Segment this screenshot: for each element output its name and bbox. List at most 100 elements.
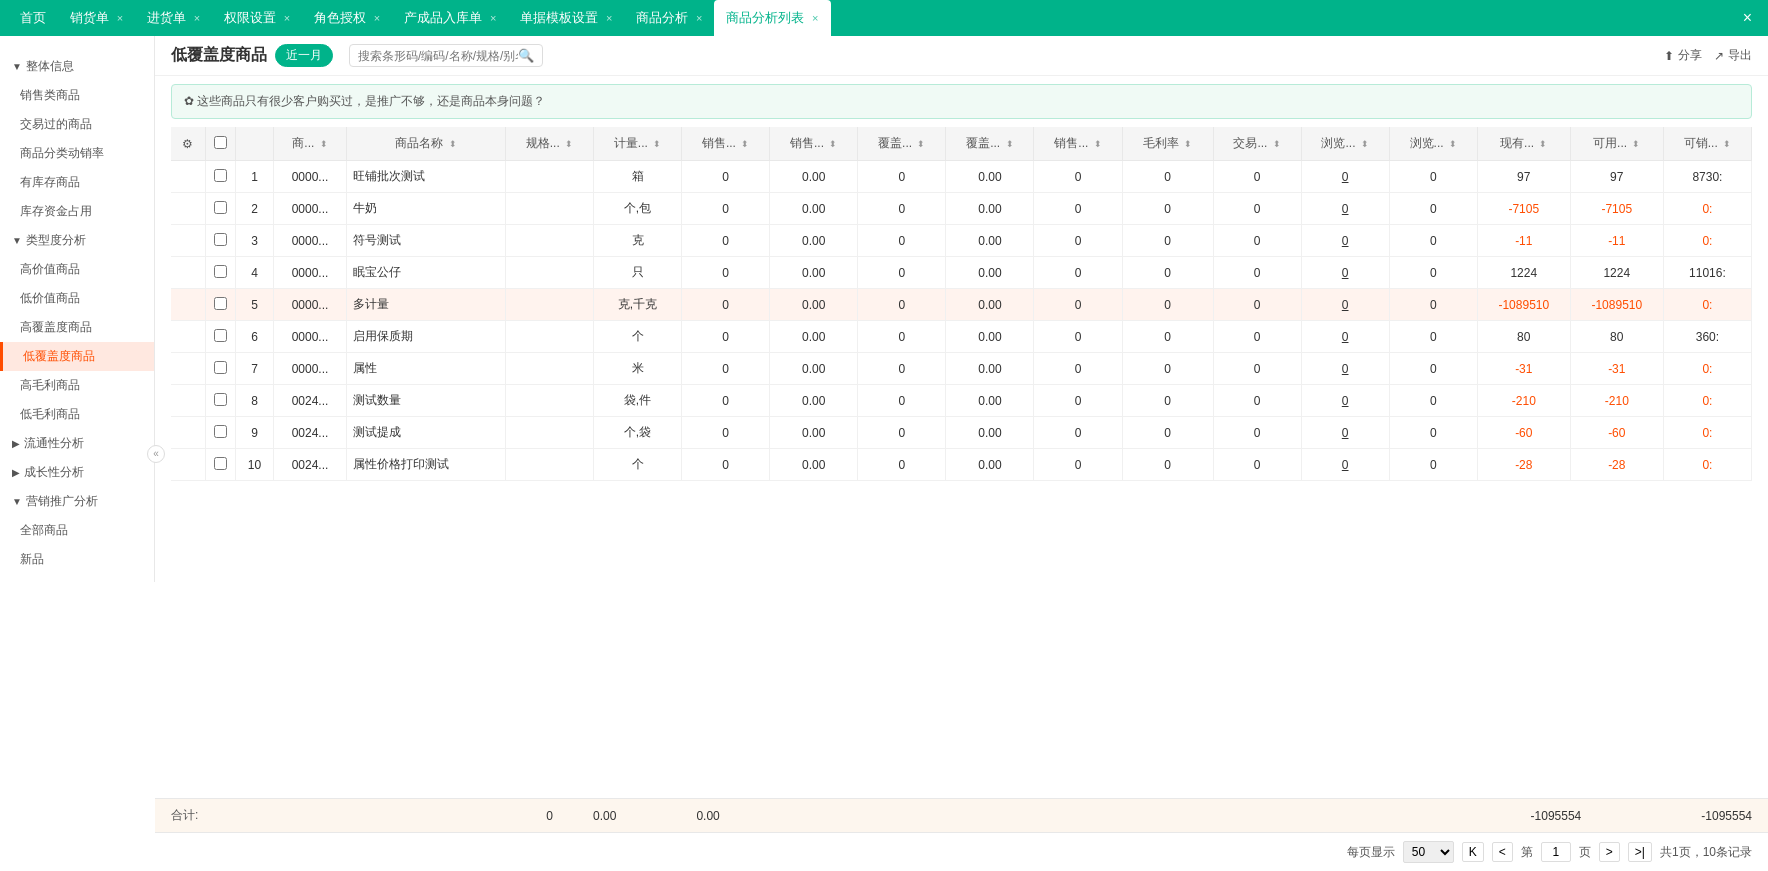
nav-tab-roles[interactable]: 角色授权 × [302, 0, 392, 36]
browse1-link[interactable]: 0 [1342, 330, 1349, 344]
close-sales-tab-icon[interactable]: × [117, 12, 123, 24]
row-checkbox[interactable] [214, 233, 227, 246]
nav-tab-goods-analysis[interactable]: 商品分析 × [624, 0, 714, 36]
name-col-header[interactable]: 商品名称 ⬍ [346, 127, 505, 161]
row-checkbox[interactable] [214, 457, 227, 470]
row-browse1[interactable]: 0 [1301, 225, 1389, 257]
row-checkbox[interactable] [214, 361, 227, 374]
transaction-col-header[interactable]: 交易... ⬍ [1213, 127, 1301, 161]
nav-tab-warehouse[interactable]: 产成品入库单 × [392, 0, 508, 36]
close-purchase-tab-icon[interactable]: × [194, 12, 200, 24]
nav-tab-permissions[interactable]: 权限设置 × [212, 0, 302, 36]
row-checkbox[interactable] [214, 329, 227, 342]
sidebar-item-high-margin[interactable]: 高毛利商品 [0, 371, 154, 400]
close-template-tab-icon[interactable]: × [606, 12, 612, 24]
sidebar-section-marketing[interactable]: ▼ 营销推广分析 [0, 487, 154, 516]
row-browse1[interactable]: 0 [1301, 161, 1389, 193]
next-page-button[interactable]: > [1599, 842, 1620, 862]
close-goods-analysis-list-tab-icon[interactable]: × [812, 12, 818, 24]
export-button[interactable]: ↗ 导出 [1714, 47, 1752, 64]
filter-btn-month[interactable]: 近一月 [275, 44, 333, 67]
row-browse1[interactable]: 0 [1301, 353, 1389, 385]
row-browse1[interactable]: 0 [1301, 321, 1389, 353]
row-browse1[interactable]: 0 [1301, 289, 1389, 321]
browse1-link[interactable]: 0 [1342, 266, 1349, 280]
row-checkbox[interactable] [214, 265, 227, 278]
sidebar-item-low-margin[interactable]: 低毛利商品 [0, 400, 154, 429]
sidebar-item-low-coverage[interactable]: 低覆盖度商品 [0, 342, 154, 371]
settings-icon[interactable]: ⚙ [182, 137, 193, 151]
row-checkbox-cell[interactable] [205, 193, 235, 225]
row-browse1[interactable]: 0 [1301, 193, 1389, 225]
page-size-select[interactable]: 50 100 [1403, 841, 1454, 863]
sidebar-item-high-value[interactable]: 高价值商品 [0, 255, 154, 284]
sidebar-item-high-coverage[interactable]: 高覆盖度商品 [0, 313, 154, 342]
row-checkbox-cell[interactable] [205, 289, 235, 321]
browse1-link[interactable]: 0 [1342, 394, 1349, 408]
sales-qty-col-header[interactable]: 销售... ⬍ [682, 127, 770, 161]
close-all-button[interactable]: × [1735, 9, 1760, 27]
settings-col-header[interactable]: ⚙ [171, 127, 205, 161]
sidebar-item-all-goods[interactable]: 全部商品 [0, 516, 154, 545]
sales-amt-col-header[interactable]: 销售... ⬍ [770, 127, 858, 161]
row-checkbox-cell[interactable] [205, 225, 235, 257]
select-all-checkbox[interactable] [214, 136, 227, 149]
row-checkbox-cell[interactable] [205, 417, 235, 449]
browse1-link[interactable]: 0 [1342, 362, 1349, 376]
close-roles-tab-icon[interactable]: × [374, 12, 380, 24]
sidebar-item-stock-capital[interactable]: 库存资金占用 [0, 197, 154, 226]
row-checkbox-cell[interactable] [205, 321, 235, 353]
sidebar-section-liquidity[interactable]: ▶ 流通性分析 [0, 429, 154, 458]
sidebar-item-new-goods[interactable]: 新品 [0, 545, 154, 574]
row-checkbox[interactable] [214, 297, 227, 310]
row-checkbox[interactable] [214, 201, 227, 214]
nav-tab-goods-analysis-list[interactable]: 商品分析列表 × [714, 0, 830, 36]
browse1-col-header[interactable]: 浏览... ⬍ [1301, 127, 1389, 161]
row-browse1[interactable]: 0 [1301, 449, 1389, 481]
available-stock-col-header[interactable]: 可用... ⬍ [1570, 127, 1663, 161]
coverage2-col-header[interactable]: 覆盖... ⬍ [946, 127, 1034, 161]
row-checkbox-cell[interactable] [205, 449, 235, 481]
current-page-input[interactable] [1541, 842, 1571, 862]
sidebar-item-category-rate[interactable]: 商品分类动销率 [0, 139, 154, 168]
coverage1-col-header[interactable]: 覆盖... ⬍ [858, 127, 946, 161]
checkbox-col-header[interactable] [205, 127, 235, 161]
sidebar-section-growth[interactable]: ▶ 成长性分析 [0, 458, 154, 487]
spec-col-header[interactable]: 规格... ⬍ [505, 127, 593, 161]
gross-margin-col-header[interactable]: 毛利率 ⬍ [1122, 127, 1213, 161]
saleable-col-header[interactable]: 可销... ⬍ [1663, 127, 1751, 161]
row-checkbox[interactable] [214, 169, 227, 182]
sidebar-item-traded-goods[interactable]: 交易过的商品 [0, 110, 154, 139]
browse2-col-header[interactable]: 浏览... ⬍ [1389, 127, 1477, 161]
close-goods-analysis-tab-icon[interactable]: × [696, 12, 702, 24]
browse1-link[interactable]: 0 [1342, 170, 1349, 184]
row-checkbox-cell[interactable] [205, 257, 235, 289]
close-warehouse-tab-icon[interactable]: × [490, 12, 496, 24]
nav-tab-template[interactable]: 单据模板设置 × [508, 0, 624, 36]
nav-tab-purchase[interactable]: 进货单 × [135, 0, 212, 36]
close-permissions-tab-icon[interactable]: × [284, 12, 290, 24]
browse1-link[interactable]: 0 [1342, 458, 1349, 472]
current-stock-col-header[interactable]: 现有... ⬍ [1477, 127, 1570, 161]
browse1-link[interactable]: 0 [1342, 426, 1349, 440]
row-browse1[interactable]: 0 [1301, 417, 1389, 449]
row-browse1[interactable]: 0 [1301, 385, 1389, 417]
first-page-button[interactable]: K [1462, 842, 1484, 862]
nav-tab-home[interactable]: 首页 [8, 0, 58, 36]
browse1-link[interactable]: 0 [1342, 298, 1349, 312]
last-page-button[interactable]: >| [1628, 842, 1652, 862]
row-checkbox-cell[interactable] [205, 161, 235, 193]
share-button[interactable]: ⬆ 分享 [1664, 47, 1702, 64]
code-col-header[interactable]: 商... ⬍ [274, 127, 347, 161]
row-checkbox[interactable] [214, 425, 227, 438]
row-browse1[interactable]: 0 [1301, 257, 1389, 289]
sales3-col-header[interactable]: 销售... ⬍ [1034, 127, 1122, 161]
browse1-link[interactable]: 0 [1342, 234, 1349, 248]
sidebar-section-overall[interactable]: ▼ 整体信息 [0, 52, 154, 81]
search-input[interactable] [358, 49, 518, 63]
browse1-link[interactable]: 0 [1342, 202, 1349, 216]
row-checkbox-cell[interactable] [205, 385, 235, 417]
row-checkbox-cell[interactable] [205, 353, 235, 385]
prev-page-button[interactable]: < [1492, 842, 1513, 862]
row-checkbox[interactable] [214, 393, 227, 406]
